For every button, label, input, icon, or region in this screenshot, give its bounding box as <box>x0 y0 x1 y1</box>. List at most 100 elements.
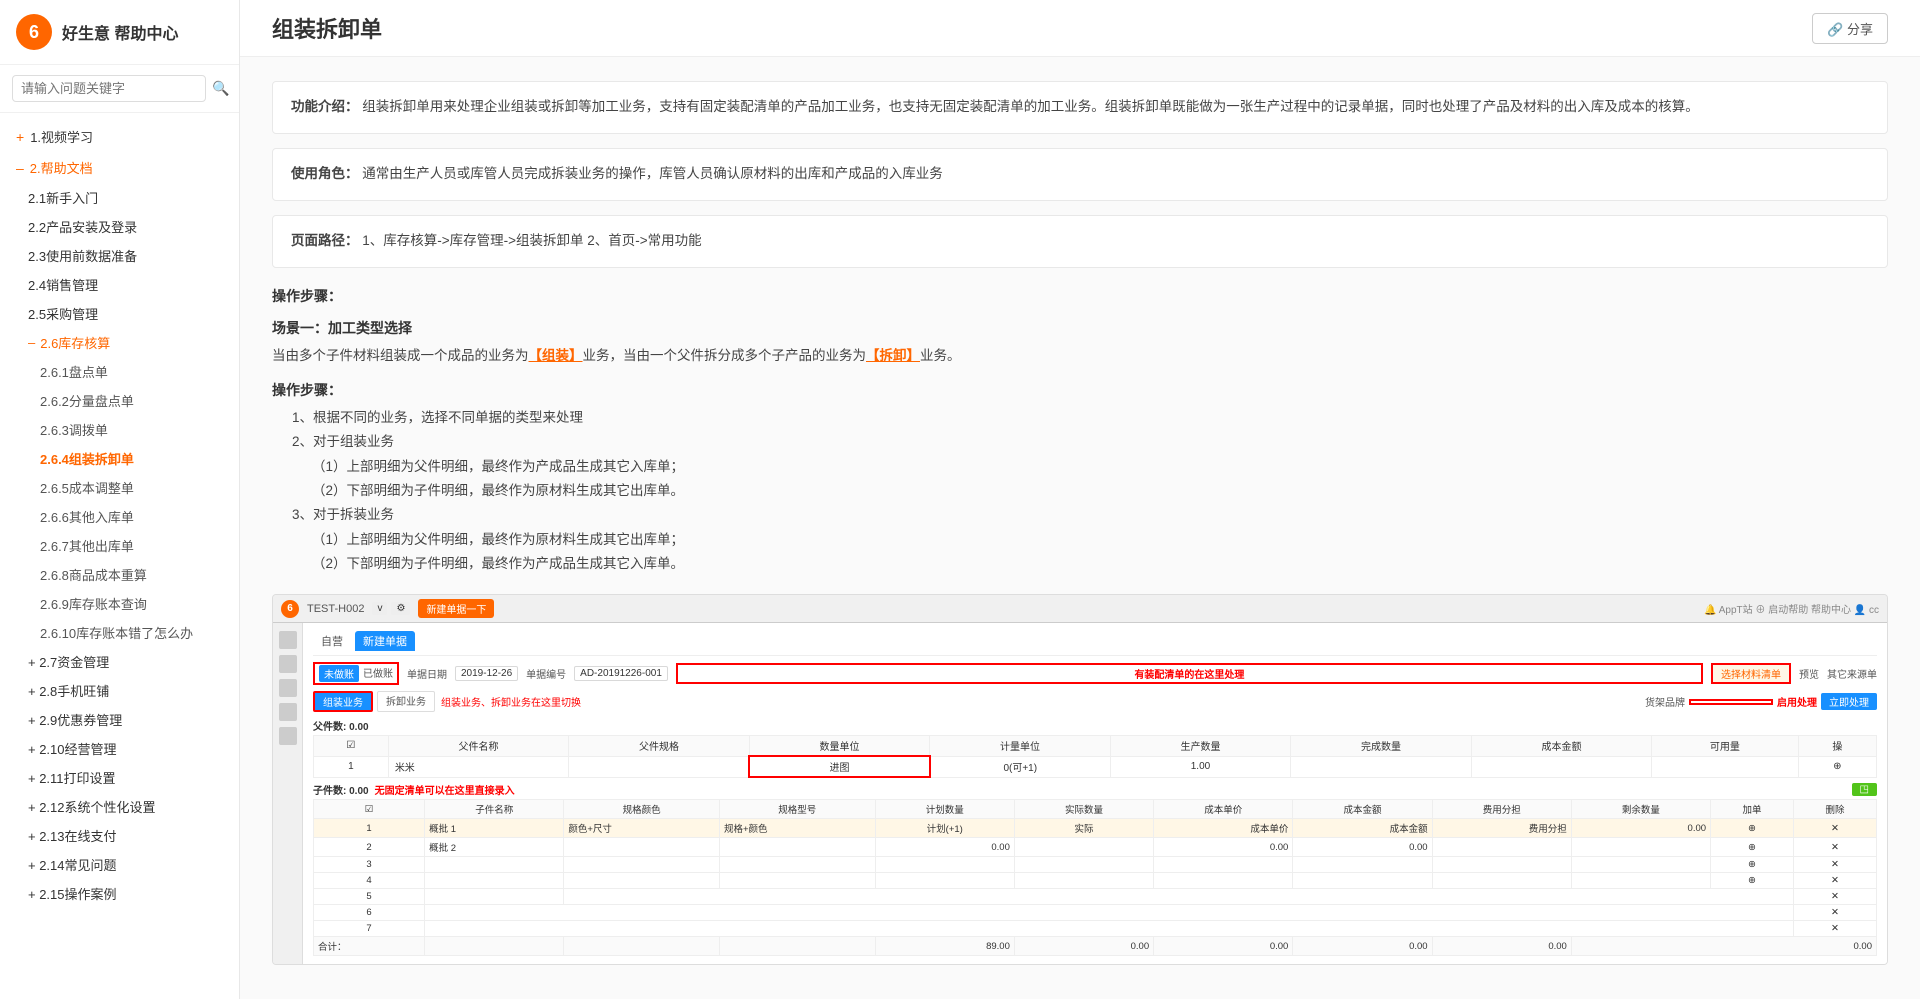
mock-th-parent-name: 父件名称 <box>388 736 568 757</box>
search-icon[interactable]: 🔍 <box>212 80 229 97</box>
mock-app-logo: 6 <box>281 600 299 618</box>
mock-ctd-cprice4 <box>1154 873 1293 889</box>
mock-ctd-actual3 <box>1014 857 1153 873</box>
mock-child-row-1: 1 概批 1 颜色+尺寸 规格+颜色 计划(+1) 实际 成本单价 成本金额 费… <box>314 819 1877 838</box>
nav-item-2-6-3[interactable]: 2.6.3调拨单 <box>0 415 239 444</box>
nav-item-2-6-4[interactable]: 2.6.4组装拆卸单 <box>0 444 239 473</box>
mock-date-label: 单据日期 <box>407 666 447 681</box>
mock-cth-remain: 剩余数量 <box>1571 800 1710 819</box>
mock-td-name: 米米 <box>388 756 568 777</box>
mock-td-prod: 1.00 <box>1110 756 1290 777</box>
func-intro-block: 功能介绍： 组装拆卸单用来处理企业组装或拆卸等加工业务，支持有固定装配清单的产品… <box>272 81 1888 134</box>
mock-th-avail: 可用量 <box>1652 736 1798 757</box>
sidebar: 6 好生意 帮助中心 🔍 + 1.视频学习 – 2.帮助文档 2.1新手入门 2… <box>0 0 240 999</box>
nav-leaf-label: 2.5采购管理 <box>28 304 98 323</box>
topbar: 组装拆卸单 🔗 分享 <box>240 0 1920 57</box>
nav-item-2-9[interactable]: + 2.9优惠券管理 <box>0 705 239 734</box>
mock-cth-add: 加单 <box>1711 800 1794 819</box>
mock-ctd-spec3 <box>719 857 875 873</box>
nav-group-title-docs[interactable]: – 2.帮助文档 <box>0 152 239 183</box>
nav-item-2-12[interactable]: + 2.12系统个性化设置 <box>0 792 239 821</box>
mock-ctd-cb4: 4 <box>314 873 425 889</box>
mock-order-label: 单据编号 <box>526 666 566 681</box>
mock-ctd-color2 <box>564 838 720 857</box>
nav-leaf-label: 2.3使用前数据准备 <box>28 246 137 265</box>
mock-ctd-camount4 <box>1293 873 1432 889</box>
nav-item-2-6[interactable]: – 2.6库存核算 <box>0 328 239 357</box>
func-intro-label: 功能介绍： <box>291 99 359 114</box>
mock-nav-tabs: 自营 新建单据 <box>313 631 1877 656</box>
mock-ctd-camount2: 0.00 <box>1293 838 1432 857</box>
mock-td-qty-unit-highlighted: 进图 <box>749 756 929 777</box>
nav-item-2-11[interactable]: + 2.11打印设置 <box>0 763 239 792</box>
mock-cth-del: 删除 <box>1794 800 1877 819</box>
mock-parent-title: 父件数: 0.00 <box>313 718 1877 733</box>
nav-item-2-15[interactable]: + 2.15操作案例 <box>0 879 239 908</box>
mock-cth-spec: 规格型号 <box>719 800 875 819</box>
expand-icon-video: + <box>16 129 24 145</box>
mock-parent-row-1: 1 米米 进图 0(可+1) 1.00 ⊕ <box>314 756 1877 777</box>
nav-item-2-6-8[interactable]: 2.6.8商品成本重算 <box>0 560 239 589</box>
mock-tfoot-v8: 0.00 <box>1432 937 1571 956</box>
mock-preview-btn: 预览 <box>1799 666 1819 681</box>
nav-item-2-2[interactable]: 2.2产品安装及登录 <box>0 212 239 241</box>
nav-item-2-6-5[interactable]: 2.6.5成本调整单 <box>0 473 239 502</box>
mock-tfoot-v7: 0.00 <box>1293 937 1432 956</box>
mock-child-row-7: 7 ✕ <box>314 921 1877 937</box>
mock-body: 自营 新建单据 未做账 已做账 单据日期 2019-12-26 单据编号 AD <box>273 623 1887 964</box>
path-text: 1、库存核算->库存管理->组装拆卸单 2、首页->常用功能 <box>362 233 701 248</box>
mock-ctd-del3: ✕ <box>1794 857 1877 873</box>
mock-th-parent-spec: 父件规格 <box>569 736 749 757</box>
nav-item-2-6-1[interactable]: 2.6.1盘点单 <box>0 357 239 386</box>
mock-ctd-color1: 颜色+尺寸 <box>564 819 720 838</box>
nav-item-2-3[interactable]: 2.3使用前数据准备 <box>0 241 239 270</box>
nav-item-2-6-6[interactable]: 2.6.6其他入库单 <box>0 502 239 531</box>
mock-ctd-actual4 <box>1014 873 1153 889</box>
search-input[interactable] <box>12 75 206 102</box>
nav-item-2-5[interactable]: 2.5采购管理 <box>0 299 239 328</box>
nav-item-2-8[interactable]: + 2.8手机旺铺 <box>0 676 239 705</box>
nav-leaf-label: + 2.9优惠券管理 <box>28 710 122 729</box>
mock-td-cb: 1 <box>314 756 389 777</box>
mock-ctd-remain3 <box>1571 857 1710 873</box>
mock-ctd-add4: ⊕ <box>1711 873 1794 889</box>
mock-ctd-plan1: 计划(+1) <box>875 819 1014 838</box>
ops-heading: 操作步骤： <box>272 286 1888 306</box>
nav-leaf-label: 2.2产品安装及登录 <box>28 217 137 236</box>
nav-item-2-14[interactable]: + 2.14常见问题 <box>0 850 239 879</box>
mock-chrome-bar: 6 TEST-H002 v ⚙ 新建单据一下 🔔 AppT站 ⊕ 启动帮助 帮助… <box>273 595 1887 623</box>
mock-ctd-color4 <box>564 873 720 889</box>
nav-item-2-1[interactable]: 2.1新手入门 <box>0 183 239 212</box>
mock-ctd-expense2 <box>1432 838 1571 857</box>
mock-search-input <box>1689 699 1773 705</box>
mock-ctd-add1: ⊕ <box>1711 819 1794 838</box>
nav-item-2-7[interactable]: + 2.7资金管理 <box>0 647 239 676</box>
mock-tab-done: 已做账 <box>363 665 393 682</box>
nav-item-2-4[interactable]: 2.4销售管理 <box>0 270 239 299</box>
mock-ctd-empty7 <box>425 921 1794 937</box>
nav-item-2-6-9[interactable]: 2.6.9库存账本查询 <box>0 589 239 618</box>
share-button[interactable]: 🔗 分享 <box>1812 13 1888 44</box>
nav-item-2-13[interactable]: + 2.13在线支付 <box>0 821 239 850</box>
mock-tfoot-row: 合计： 89.00 0.00 0.00 0.00 0.00 0.00 <box>314 937 1877 956</box>
mock-child-title: 子件数: 0.00 <box>313 782 369 797</box>
mock-td-measure: 0(可+1) <box>930 756 1110 777</box>
nav-tree: + 1.视频学习 – 2.帮助文档 2.1新手入门 2.2产品安装及登录 2.3… <box>0 113 239 999</box>
mock-expand-btn: ◳ <box>1852 783 1877 796</box>
mock-icon-4 <box>279 703 297 721</box>
nav-item-2-10[interactable]: + 2.10经营管理 <box>0 734 239 763</box>
mock-child-row-6: 6 ✕ <box>314 905 1877 921</box>
nav-item-2-6-2[interactable]: 2.6.2分量盘点单 <box>0 386 239 415</box>
mock-ctd-del1: ✕ <box>1794 819 1877 838</box>
nav-item-2-6-10[interactable]: 2.6.10库存账本错了怎么办 <box>0 618 239 647</box>
mock-ctd-spec1: 规格+颜色 <box>719 819 875 838</box>
nav-group-title-video[interactable]: + 1.视频学习 <box>0 121 239 152</box>
nav-leaf-label: + 2.8手机旺铺 <box>28 681 109 700</box>
mock-ctd-remain4 <box>1571 873 1710 889</box>
mock-tfoot-v4: 89.00 <box>875 937 1014 956</box>
mock-ctrl-1: v <box>372 602 387 615</box>
mock-td-done <box>1291 756 1471 777</box>
nav-item-2-6-7[interactable]: 2.6.7其他出库单 <box>0 531 239 560</box>
mock-ctd-actual1: 实际 <box>1014 819 1153 838</box>
nav-leaf-label: + 2.12系统个性化设置 <box>28 797 156 816</box>
